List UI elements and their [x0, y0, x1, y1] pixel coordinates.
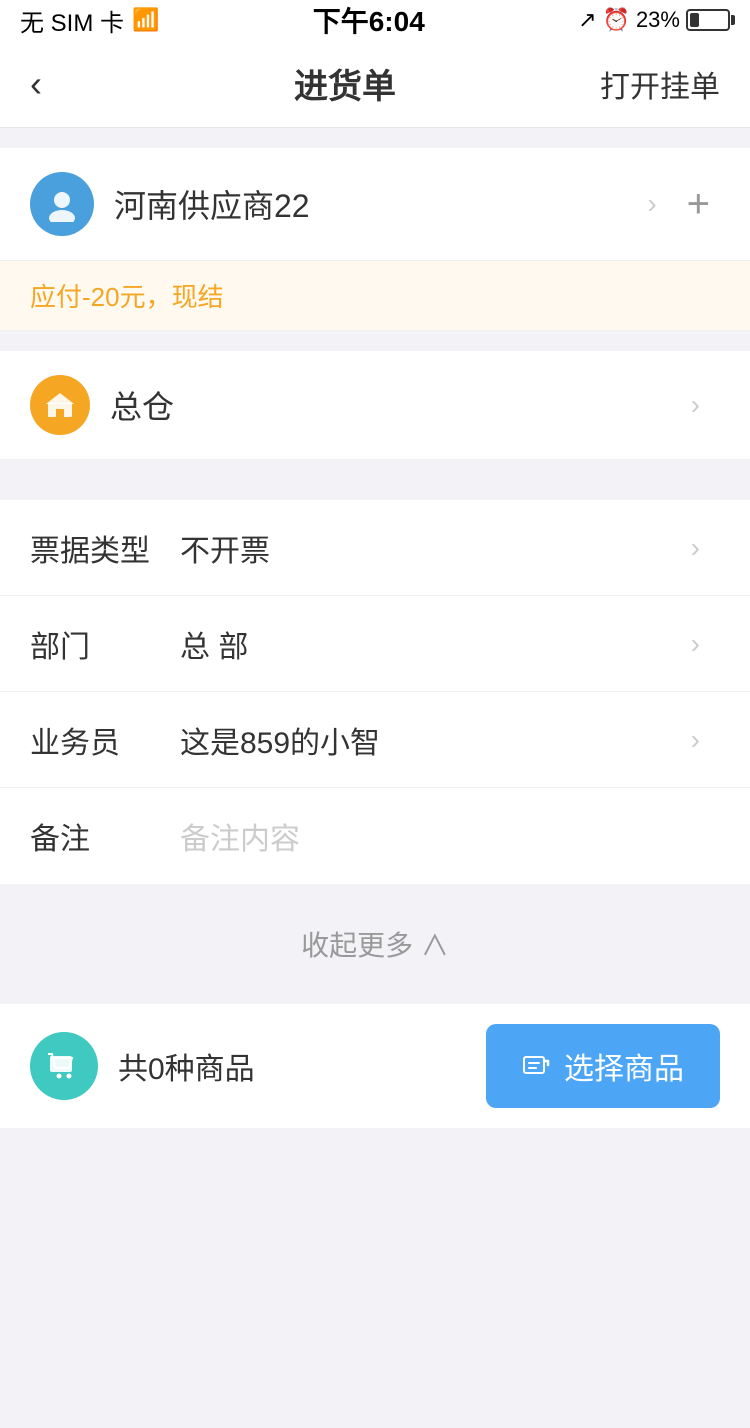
nav-bar: ‹ 进货单 打开挂单: [0, 40, 750, 128]
warehouse-chevron-icon: ›: [691, 389, 700, 421]
product-icon-circle: [30, 1032, 98, 1100]
select-product-label: 选择商品: [564, 1044, 684, 1088]
location-icon: ↗: [578, 7, 596, 33]
invoice-type-label: 票据类型: [30, 526, 170, 570]
department-value: 总 部: [170, 622, 691, 666]
section-gap-1: [0, 128, 750, 148]
warehouse-section: 总仓 ›: [0, 351, 750, 460]
salesperson-row[interactable]: 业务员 这是859的小智 ›: [0, 692, 750, 788]
carrier-label: 无 SIM 卡: [20, 3, 124, 38]
alarm-icon: ⏰: [603, 7, 630, 33]
status-bar: 无 SIM 卡 📶 下午6:04 ↗ ⏰ 23%: [0, 0, 750, 40]
salesperson-value: 这是859的小智: [170, 718, 691, 762]
supplier-name: 河南供应商22: [114, 181, 647, 227]
warehouse-row[interactable]: 总仓 ›: [0, 351, 750, 460]
battery-percent: 23%: [636, 7, 680, 33]
invoice-chevron-icon: ›: [691, 532, 700, 564]
section-gap-3: [0, 460, 750, 480]
warehouse-name: 总仓: [110, 382, 691, 428]
warehouse-icon-circle: [30, 375, 90, 435]
invoice-type-value: 不开票: [170, 526, 691, 570]
department-label: 部门: [30, 622, 170, 666]
supplier-avatar: [30, 172, 94, 236]
page-background: [0, 1128, 750, 1428]
battery-icon: [686, 9, 730, 31]
status-left: 无 SIM 卡 📶: [20, 3, 159, 38]
select-product-button[interactable]: 选择商品: [486, 1024, 720, 1108]
select-product-icon: [522, 1051, 552, 1081]
supplier-row[interactable]: 河南供应商22 › +: [0, 148, 750, 261]
remark-label: 备注: [30, 814, 170, 858]
cart-icon: [46, 1048, 82, 1084]
warehouse-icon: [44, 389, 76, 421]
page-title: 进货单: [294, 59, 396, 108]
collapse-label: 收起更多 ∧: [301, 924, 449, 964]
department-row[interactable]: 部门 总 部 ›: [0, 596, 750, 692]
open-pending-button[interactable]: 打开挂单: [600, 62, 720, 106]
invoice-type-row[interactable]: 票据类型 不开票 ›: [0, 500, 750, 596]
remark-input[interactable]: 备注内容: [170, 814, 720, 858]
notice-text: 应付-20元，现结: [30, 282, 224, 312]
department-chevron-icon: ›: [691, 628, 700, 660]
salesperson-chevron-icon: ›: [691, 724, 700, 756]
remark-row[interactable]: 备注 备注内容: [0, 788, 750, 884]
product-bar: 共0种商品 选择商品: [0, 1004, 750, 1128]
back-button[interactable]: ‹: [30, 63, 90, 105]
user-icon: [44, 186, 80, 222]
salesperson-label: 业务员: [30, 718, 170, 762]
wifi-icon: 📶: [132, 7, 159, 33]
chevron-right-icon: ›: [647, 188, 656, 220]
product-count-label: 共0种商品: [118, 1044, 486, 1088]
collapse-bar[interactable]: 收起更多 ∧: [0, 904, 750, 984]
form-section: 票据类型 不开票 › 部门 总 部 › 业务员 这是859的小智 › 备注 备注…: [0, 500, 750, 884]
notice-bar: 应付-20元，现结: [0, 261, 750, 331]
status-time: 下午6:04: [313, 0, 425, 40]
add-button[interactable]: +: [677, 182, 720, 227]
status-right: ↗ ⏰ 23%: [578, 7, 730, 33]
supplier-section: 河南供应商22 › + 应付-20元，现结: [0, 148, 750, 331]
section-gap-2: [0, 331, 750, 351]
